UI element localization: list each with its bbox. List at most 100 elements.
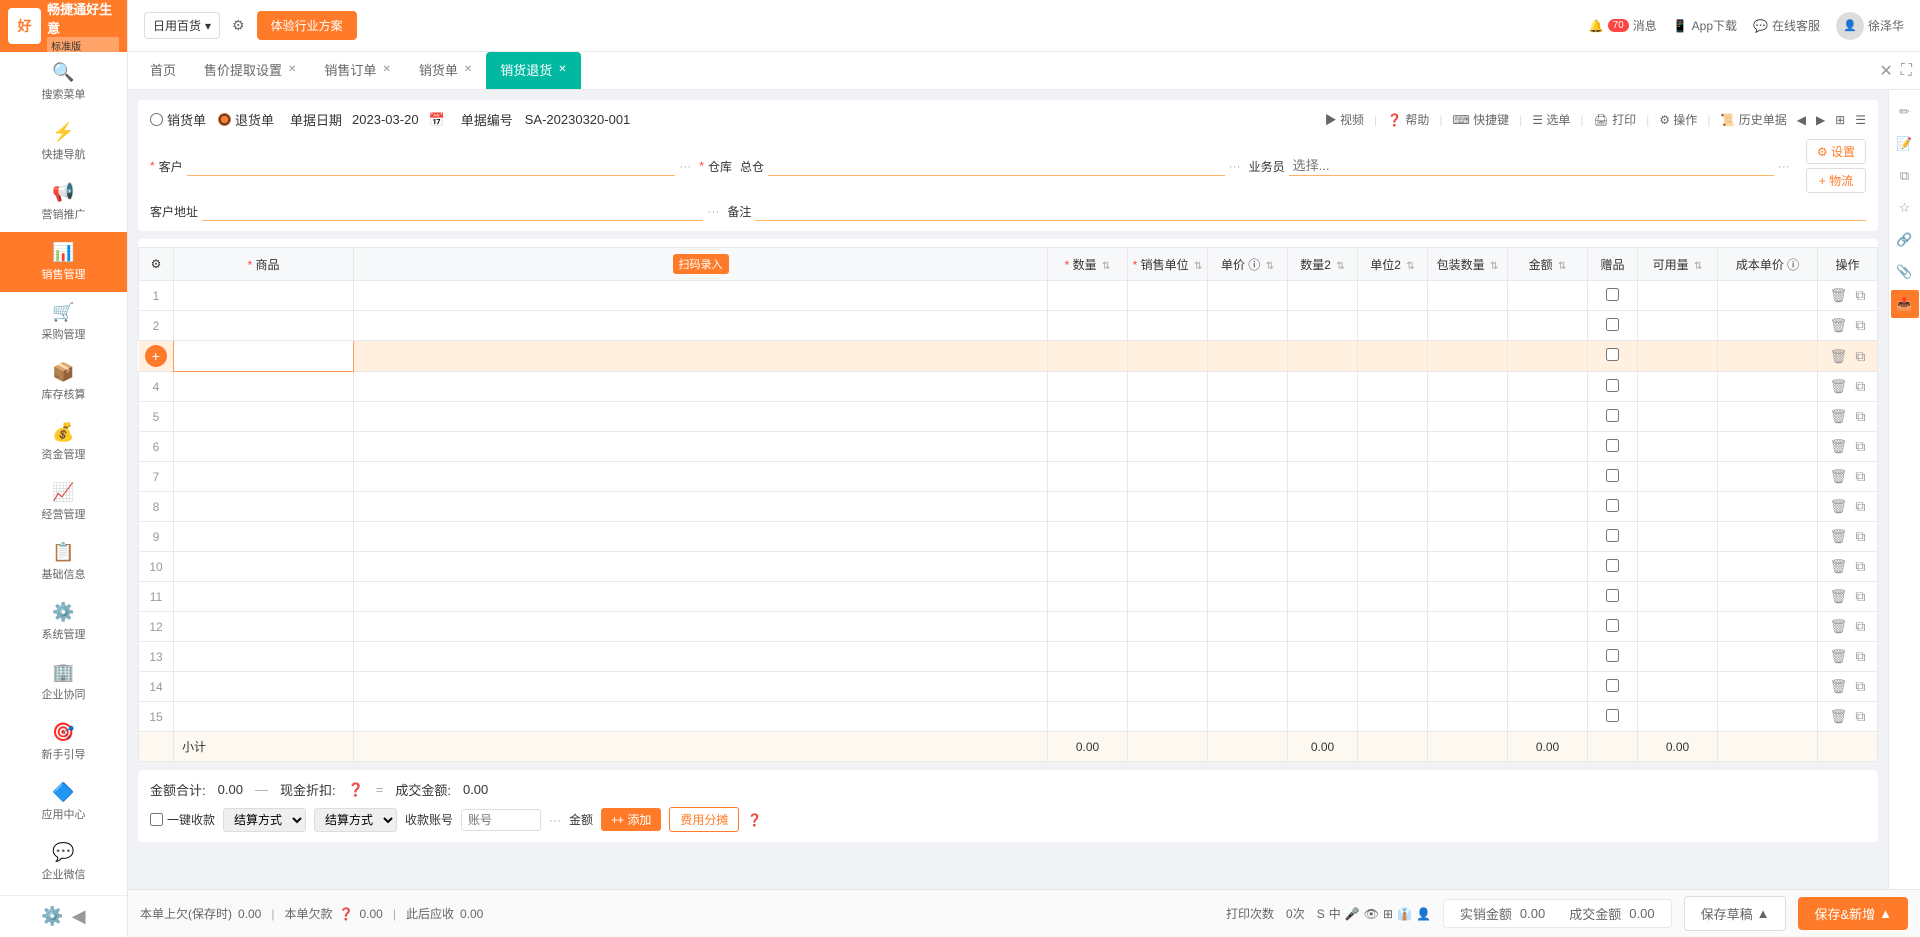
gift-checkbox[interactable] (1606, 559, 1619, 572)
tool-shirt-icon[interactable]: 👔 (1397, 907, 1412, 921)
copy-row-icon[interactable]: ⧉ (1855, 378, 1865, 395)
delete-icon[interactable]: 🗑 (1830, 618, 1848, 635)
copy-row-icon[interactable]: ⧉ (1855, 678, 1865, 695)
sidebar-item-sales[interactable]: 📊 销售管理 (0, 232, 127, 292)
tool-person-icon[interactable]: 👤 (1416, 907, 1431, 921)
split-help-icon[interactable]: ❓ (747, 813, 762, 827)
gift-cell-active[interactable] (1588, 341, 1638, 372)
copy-row-icon[interactable]: ⧉ (1855, 558, 1865, 575)
delete-icon[interactable]: 🗑 (1830, 648, 1848, 665)
amount-sort-icon[interactable]: ⇅ (1558, 261, 1566, 272)
radio-return-input[interactable] (218, 113, 231, 126)
qty-cell[interactable] (1048, 281, 1128, 311)
toolbar-help[interactable]: ❓ 帮助 (1387, 111, 1429, 128)
add-row-button[interactable]: + (145, 345, 167, 367)
col-scan-header[interactable]: 扫码录入 (354, 248, 1048, 281)
right-sidebar-edit[interactable]: ✏ (1891, 98, 1919, 126)
qty2-cell[interactable] (1288, 281, 1358, 311)
unit2-cell[interactable] (1358, 281, 1428, 311)
calendar-icon[interactable]: 📅 (429, 112, 445, 128)
copy-row-icon[interactable]: ⧉ (1855, 287, 1865, 304)
unit2-sort-icon[interactable]: ⇅ (1406, 261, 1414, 272)
delete-icon[interactable]: 🗑 (1830, 287, 1848, 304)
delete-icon[interactable]: 🗑 (1830, 558, 1848, 575)
copy-row-icon[interactable]: ⧉ (1855, 438, 1865, 455)
right-sidebar-active[interactable]: 📤 (1891, 290, 1919, 318)
toolbar-print[interactable]: 🖨 打印 (1594, 111, 1637, 128)
one-key-collect-check[interactable]: 一键收款 (150, 811, 215, 828)
tab-sales-return[interactable]: 销货退货 ✕ (486, 52, 580, 89)
sidebar-item-marketing[interactable]: 📢 营销推广 (0, 172, 127, 232)
gift-checkbox[interactable] (1606, 649, 1619, 662)
copy-row-icon[interactable]: ⧉ (1855, 648, 1865, 665)
gift-cell[interactable] (1588, 281, 1638, 311)
toolbar-video[interactable]: ▶ 视频 (1325, 111, 1364, 128)
packqty-cell[interactable] (1428, 281, 1508, 311)
col-settings-header[interactable]: ⚙ (139, 248, 174, 281)
staff-input[interactable] (1289, 156, 1774, 176)
copy-row-icon[interactable]: ⧉ (1855, 588, 1865, 605)
tool-mic-icon[interactable]: 🎤 (1345, 907, 1360, 921)
gift-checkbox[interactable] (1606, 288, 1619, 301)
save-draft-button[interactable]: 保存草稿 ▲ (1684, 896, 1787, 931)
tab-sales-delivery[interactable]: 销货单 ✕ (405, 52, 486, 89)
unit2-cell-active[interactable] (1358, 341, 1428, 372)
product-cell[interactable] (174, 281, 354, 311)
radio-delivery[interactable]: 销货单 (150, 110, 206, 129)
unit-cell[interactable] (1128, 311, 1208, 341)
delete-icon[interactable]: 🗑 (1830, 378, 1848, 395)
user-avatar[interactable]: 👤 徐泽华 (1836, 12, 1904, 40)
copy-row-icon[interactable]: ⧉ (1855, 618, 1865, 635)
gift-checkbox[interactable] (1606, 589, 1619, 602)
gift-checkbox[interactable] (1606, 619, 1619, 632)
amount-cell-active[interactable] (1508, 341, 1588, 372)
one-key-checkbox[interactable] (150, 813, 163, 826)
copy-row-icon[interactable]: ⧉ (1855, 348, 1865, 365)
help-icon[interactable]: ❓ (348, 782, 364, 798)
copy-row-icon[interactable]: ⧉ (1855, 708, 1865, 725)
gift-checkbox[interactable] (1606, 499, 1619, 512)
qty-cell[interactable] (1048, 311, 1128, 341)
toolbar-select[interactable]: ☰ 选单 (1532, 111, 1570, 128)
sidebar-item-search[interactable]: 🔍 搜索菜单 (0, 52, 127, 112)
close-tab-icon[interactable]: ✕ (1879, 61, 1892, 81)
maximize-icon[interactable]: ⛶ (1901, 62, 1912, 80)
qty2-cell-active[interactable] (1288, 341, 1358, 372)
price-cell-active[interactable] (1208, 341, 1288, 372)
add-payment-button[interactable]: + + 添加 (601, 808, 661, 831)
gift-checkbox[interactable] (1606, 439, 1619, 452)
sidebar-item-app[interactable]: 🔷 应用中心 (0, 772, 127, 832)
right-sidebar-link[interactable]: 🔗 (1891, 226, 1919, 254)
gift-checkbox[interactable] (1606, 379, 1619, 392)
qty-sort-icon[interactable]: ⇅ (1102, 261, 1110, 272)
product-cell-active[interactable] (174, 341, 354, 372)
delete-icon[interactable]: 🗑 (1830, 408, 1848, 425)
delete-icon[interactable]: 🗑 (1830, 317, 1848, 334)
delete-icon[interactable]: 🗑 (1830, 708, 1848, 725)
tab-sales-order[interactable]: 销售订单 ✕ (310, 52, 404, 89)
customer-more-icon[interactable]: ··· (679, 159, 691, 173)
prev-record-icon[interactable]: ◀ (1797, 113, 1806, 127)
gift-checkbox[interactable] (1606, 529, 1619, 542)
unit-sort-icon[interactable]: ⇅ (1194, 261, 1202, 272)
tool-eye-icon[interactable]: 👁 (1364, 907, 1379, 921)
gift-checkbox[interactable] (1606, 318, 1619, 331)
tool-s-icon[interactable]: S (1317, 907, 1325, 921)
delete-icon[interactable]: 🗑 (1830, 348, 1848, 365)
toolbar-history[interactable]: 📜 历史单据 (1720, 111, 1786, 128)
gift-checkbox[interactable] (1606, 348, 1619, 361)
tab-close-price-setting[interactable]: ✕ (288, 64, 296, 75)
qty2-sort-icon[interactable]: ⇅ (1336, 261, 1344, 272)
right-sidebar-copy[interactable]: ⧉ (1891, 162, 1919, 190)
settings-gear-icon[interactable]: ⚙️ (41, 906, 63, 927)
toolbar-operate[interactable]: ⚙ 操作 (1659, 111, 1697, 128)
price-cell[interactable] (1208, 311, 1288, 341)
sidebar-item-corp[interactable]: 🏢 企业协同 (0, 652, 127, 712)
sidebar-item-base[interactable]: 📋 基础信息 (0, 532, 127, 592)
save-new-button[interactable]: 保存&新增 ▲ (1798, 897, 1908, 930)
split-button[interactable]: 费用分摊 (669, 807, 739, 832)
qty-cell-active[interactable] (1048, 341, 1128, 372)
price-cell[interactable] (1208, 281, 1288, 311)
customer-input[interactable] (187, 156, 676, 176)
delete-icon[interactable]: 🗑 (1830, 588, 1848, 605)
